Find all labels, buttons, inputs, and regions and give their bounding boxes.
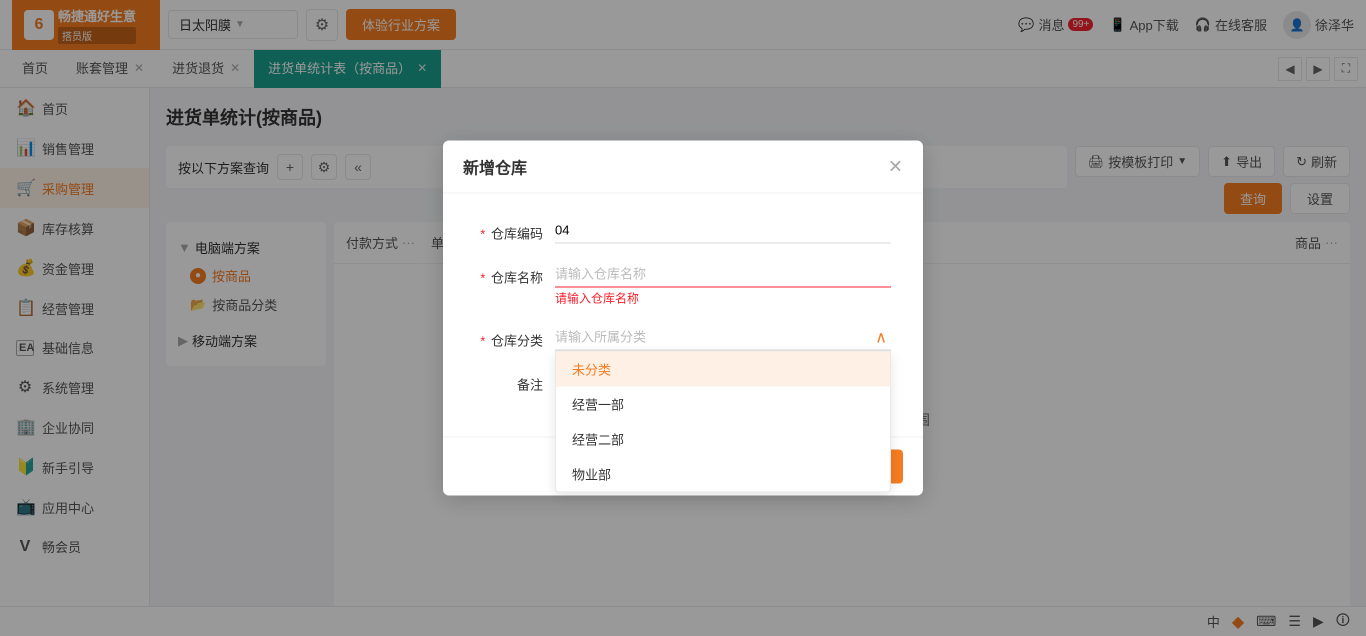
classify-toggle-icon[interactable]: ∧	[871, 327, 891, 347]
dropdown-item-ops1[interactable]: 经营一部	[556, 387, 890, 422]
classify-label: * 仓库分类	[475, 325, 555, 350]
dialog-title: 新增仓库	[463, 155, 527, 179]
new-warehouse-dialog: 新增仓库 ✕ * 仓库编码 * 仓库名称 请输入仓库名称	[443, 141, 923, 496]
dropdown-item-ops2[interactable]: 经营二部	[556, 422, 890, 457]
note-label: 备注	[475, 369, 555, 394]
classify-input-container: ∧	[555, 325, 891, 351]
name-input-wrap: 请输入仓库名称	[555, 262, 891, 307]
form-row-code: * 仓库编码	[475, 218, 891, 244]
dropdown-item-property[interactable]: 物业部	[556, 457, 890, 492]
dropdown-item-none[interactable]: 未分类	[556, 352, 890, 387]
code-input-wrap	[555, 218, 891, 244]
dialog-header: 新增仓库 ✕	[443, 141, 923, 194]
form-row-name: * 仓库名称 请输入仓库名称	[475, 262, 891, 307]
name-error-msg: 请输入仓库名称	[555, 290, 891, 307]
dialog-body: * 仓库编码 * 仓库名称 请输入仓库名称 * 仓库分类	[443, 194, 923, 437]
code-label: * 仓库编码	[475, 218, 555, 243]
dialog-close-btn[interactable]: ✕	[888, 158, 903, 176]
name-label: * 仓库名称	[475, 262, 555, 287]
form-row-classify: * 仓库分类 ∧ 未分类 经营一部 经营二部 物业部	[475, 325, 891, 351]
name-input[interactable]	[555, 262, 891, 288]
classify-input-wrap: ∧ 未分类 经营一部 经营二部 物业部	[555, 325, 891, 351]
code-input[interactable]	[555, 218, 891, 244]
classify-dropdown: 未分类 经营一部 经营二部 物业部	[555, 351, 891, 493]
classify-input[interactable]	[555, 325, 871, 350]
